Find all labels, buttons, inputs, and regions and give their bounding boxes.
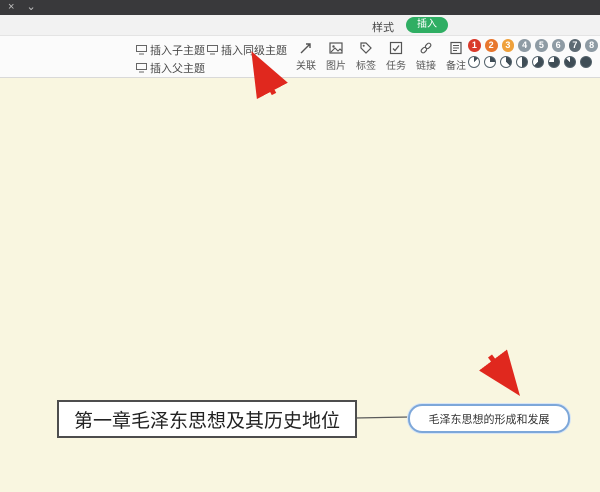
priority-6-marker[interactable]: 6 — [552, 39, 565, 52]
topic-icon — [136, 45, 147, 55]
titlebar: × ⌄ — [0, 0, 600, 15]
priority-1-marker[interactable]: 1 — [468, 39, 481, 52]
menu-insert-parent-topic[interactable]: 插入父主题 — [136, 60, 205, 76]
tag-label: 标签 — [356, 57, 376, 72]
mindmap-app: × ⌄ 样式 插入 插入子主题 插入同级主题 插入父主题 关联 — [0, 0, 600, 492]
priority-markers: 12345678 — [468, 39, 598, 52]
menu-insert-sibling-topic[interactable]: 插入同级主题 — [207, 42, 287, 58]
style-tab[interactable]: 样式 — [372, 19, 394, 35]
marker-panel: 12345678 — [468, 39, 598, 72]
priority-3-marker[interactable]: 3 — [502, 39, 515, 52]
progress-marker-87.5[interactable] — [564, 56, 576, 68]
progress-markers — [468, 56, 598, 68]
menu-insert-sibling-label: 插入同级主题 — [221, 42, 287, 58]
tag-icon — [359, 39, 373, 55]
progress-marker-37.5[interactable] — [500, 56, 512, 68]
note-label: 备注 — [446, 57, 466, 72]
progress-marker-100[interactable] — [580, 56, 592, 68]
tool-group: 关联 图片 标签 任务 — [291, 39, 471, 72]
image-label: 图片 — [326, 57, 346, 72]
progress-marker-12.5[interactable] — [468, 56, 480, 68]
note-button[interactable]: 备注 — [441, 39, 471, 72]
menu-insert-parent-label: 插入父主题 — [150, 60, 205, 76]
priority-8-marker[interactable]: 8 — [585, 39, 598, 52]
canvas[interactable]: 第一章毛泽东思想及其历史地位 毛泽东思想的形成和发展 — [0, 78, 600, 492]
image-button[interactable]: 图片 — [321, 39, 351, 72]
menu-insert-child-topic[interactable]: 插入子主题 — [136, 42, 205, 58]
progress-marker-75[interactable] — [548, 56, 560, 68]
toolbar: 插入子主题 插入同级主题 插入父主题 关联 图片 — [0, 36, 600, 78]
progress-marker-50[interactable] — [516, 56, 528, 68]
main-topic-node[interactable]: 第一章毛泽东思想及其历史地位 — [57, 400, 357, 438]
progress-marker-25[interactable] — [484, 56, 496, 68]
link-label: 链接 — [416, 57, 436, 72]
menu-insert-child-label: 插入子主题 — [150, 42, 205, 58]
topic-icon — [207, 45, 218, 55]
insert-button[interactable]: 插入 — [406, 17, 448, 33]
tag-button[interactable]: 标签 — [351, 39, 381, 72]
relationship-icon — [299, 39, 313, 55]
close-icon[interactable]: × — [8, 2, 14, 13]
image-icon — [329, 39, 343, 55]
task-label: 任务 — [386, 57, 406, 72]
relationship-label: 关联 — [296, 57, 316, 72]
priority-2-marker[interactable]: 2 — [485, 39, 498, 52]
chevron-down-icon[interactable]: ⌄ — [26, 2, 35, 13]
task-button[interactable]: 任务 — [381, 39, 411, 72]
priority-7-marker[interactable]: 7 — [569, 39, 582, 52]
relationship-button[interactable]: 关联 — [291, 39, 321, 72]
task-icon — [389, 39, 403, 55]
subheader: 样式 插入 — [0, 15, 600, 36]
link-button[interactable]: 链接 — [411, 39, 441, 72]
topic-icon — [136, 63, 147, 73]
progress-marker-62.5[interactable] — [532, 56, 544, 68]
priority-4-marker[interactable]: 4 — [518, 39, 531, 52]
link-icon — [419, 39, 433, 55]
note-icon — [449, 39, 463, 55]
priority-5-marker[interactable]: 5 — [535, 39, 548, 52]
child-topic-node[interactable]: 毛泽东思想的形成和发展 — [408, 404, 570, 433]
